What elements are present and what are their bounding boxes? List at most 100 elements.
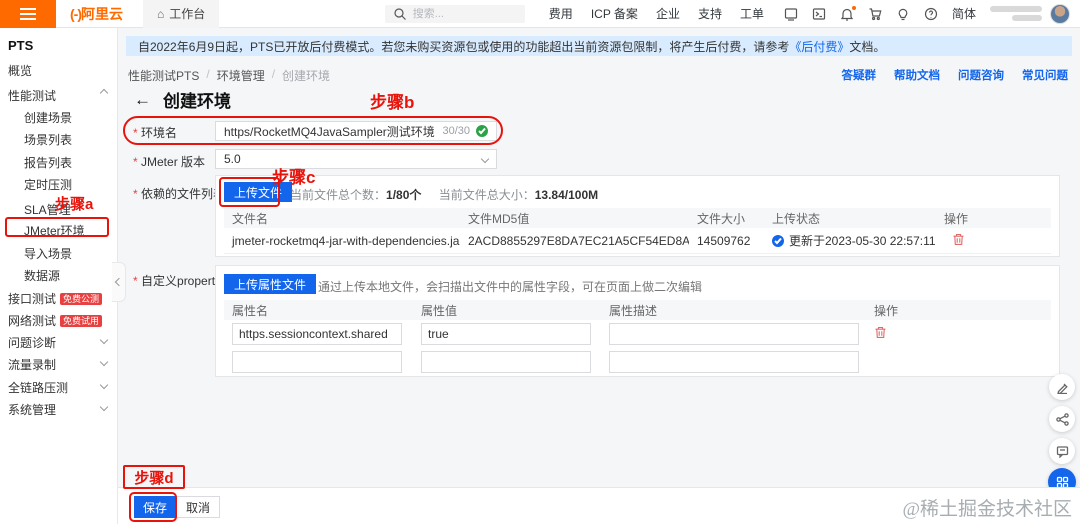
props-row xyxy=(224,348,1051,376)
pencil-icon xyxy=(1056,383,1068,394)
avatar[interactable] xyxy=(1050,3,1070,24)
chevron-down-icon xyxy=(480,154,490,164)
sidebar-group-diagnosis[interactable]: 问题诊断 xyxy=(8,334,117,351)
page-title: 创建环境 xyxy=(163,92,231,111)
logo-mark: (-) xyxy=(70,5,82,22)
props-table-header: 属性名 属性值 属性描述 操作 xyxy=(224,300,1051,320)
breadcrumb-separator: / xyxy=(206,67,210,81)
main-content: 自2022年6月9日起，PTS已开放后付费模式。若您未购买资源包或使用的功能超出… xyxy=(112,28,1080,524)
cart-icon[interactable] xyxy=(868,7,882,21)
prop-desc-input[interactable] xyxy=(609,351,859,373)
back-arrow-icon[interactable]: ← xyxy=(134,91,151,108)
sidebar-item-report-list[interactable]: 报告列表 xyxy=(24,154,72,171)
menu-icp[interactable]: ICP 备案 xyxy=(591,5,638,22)
delete-prop-icon[interactable] xyxy=(874,326,887,339)
topbar-menu: 费用 ICP 备案 企业 支持 工单 xyxy=(549,5,764,22)
file-table: 文件名 文件MD5值 文件大小 上传状态 操作 jmeter-rocketmq4… xyxy=(224,208,1051,254)
link-consult[interactable]: 问题咨询 xyxy=(958,67,1004,83)
menu-expenses[interactable]: 费用 xyxy=(549,5,573,22)
breadcrumb-current: 创建环境 xyxy=(282,69,331,83)
delete-file-icon[interactable] xyxy=(952,233,965,246)
sidebar-item-scheduled-test[interactable]: 定时压测 xyxy=(24,176,72,193)
bell-icon[interactable] xyxy=(840,5,856,21)
feedback-fab[interactable] xyxy=(1049,438,1075,464)
notice-text-after: 文档。 xyxy=(849,39,886,54)
valid-check-icon xyxy=(476,125,488,137)
files-section-label: 依赖的文件列表 xyxy=(133,185,225,202)
cancel-button[interactable]: 取消 xyxy=(176,496,221,518)
sidebar-item-jmeter-env[interactable]: JMeter环境 xyxy=(24,222,85,239)
hamburger-menu-icon[interactable] xyxy=(0,0,56,28)
console-icon[interactable] xyxy=(784,7,798,21)
sidebar-item-scene-list[interactable]: 场景列表 xyxy=(24,131,72,148)
share-icon xyxy=(1055,412,1069,426)
col-file-action: 操作 xyxy=(944,211,969,226)
file-summary: 当前文件总个数：1/80个 当前文件总大小：13.84/100M xyxy=(290,186,612,203)
share-fab[interactable] xyxy=(1049,406,1075,432)
sidebar-item-create-scene[interactable]: 创建场景 xyxy=(24,109,72,126)
sidebar-group-fullchain-test[interactable]: 全链路压测 xyxy=(8,379,117,396)
menu-enterprise[interactable]: 企业 xyxy=(656,5,680,22)
sidebar-item-label: 网络测试 xyxy=(8,314,57,328)
file-size-cell: 14509762 xyxy=(697,233,751,248)
chevron-down-icon xyxy=(99,335,109,345)
jmeter-version-select[interactable]: 5.0 xyxy=(215,149,497,169)
save-button[interactable]: 保存 xyxy=(134,496,177,518)
menu-support[interactable]: 支持 xyxy=(698,5,722,22)
workspace-tab-label: 工作台 xyxy=(169,7,206,21)
prop-name-input[interactable] xyxy=(232,351,402,373)
free-beta-badge: 免费公测 xyxy=(60,293,103,305)
file-md5-cell: 2ACD8855297E8DA7EC21A5CF54ED8A28 xyxy=(468,233,689,248)
prop-value-input[interactable] xyxy=(421,351,591,373)
sidebar-group-label: 全链路压测 xyxy=(8,381,69,395)
link-help-docs[interactable]: 帮助文档 xyxy=(894,67,940,83)
prop-value-input[interactable] xyxy=(421,323,591,345)
sidebar-item-network-test[interactable]: 网络测试 免费试用 xyxy=(8,312,103,329)
col-file-status: 上传状态 xyxy=(772,211,821,226)
sidebar-group-label: 问题诊断 xyxy=(8,336,57,350)
sidebar-item-api-test[interactable]: 接口测试 免费公测 xyxy=(8,290,103,307)
billing-notice-bar: 自2022年6月9日起，PTS已开放后付费模式。若您未购买资源包或使用的功能超出… xyxy=(126,36,1072,56)
prop-desc-input[interactable] xyxy=(609,323,859,345)
edit-fab[interactable] xyxy=(1049,374,1075,400)
link-qa-group[interactable]: 答疑群 xyxy=(842,67,877,83)
prop-name-input[interactable] xyxy=(232,323,402,345)
postpaid-doc-link[interactable]: 《后付费》 xyxy=(789,38,849,55)
file-size-value: 13.84/100M xyxy=(534,188,599,202)
account-name[interactable] xyxy=(990,6,1042,21)
brand-logo[interactable]: (-)阿里云 xyxy=(70,4,123,24)
file-count-value: 1/80个 xyxy=(386,188,422,202)
breadcrumb-pts[interactable]: 性能测试PTS xyxy=(128,67,199,84)
sidebar-item-import-scene[interactable]: 导入场景 xyxy=(24,245,72,262)
menu-tickets[interactable]: 工单 xyxy=(740,5,764,22)
annotation-step-d: 步骤d xyxy=(134,469,174,487)
col-file-md5: 文件MD5值 xyxy=(468,211,530,226)
link-faq[interactable]: 常见问题 xyxy=(1022,67,1068,83)
env-name-input[interactable]: https/RocketMQ4JavaSampler测试环境 30/30 xyxy=(215,121,497,141)
chevron-down-icon xyxy=(99,357,109,367)
chevron-down-icon xyxy=(99,402,109,412)
sidebar-item-label: 接口测试 xyxy=(8,292,57,306)
sidebar-group-performance[interactable]: 性能测试 xyxy=(8,87,117,104)
logo-text: 阿里云 xyxy=(81,5,123,22)
terminal-icon[interactable] xyxy=(812,7,826,21)
lightbulb-icon[interactable] xyxy=(896,7,910,21)
global-search[interactable] xyxy=(384,4,525,23)
language-switch[interactable]: 简体 xyxy=(952,5,976,22)
upload-props-button[interactable]: 上传属性文件 xyxy=(224,274,317,294)
file-table-header: 文件名 文件MD5值 文件大小 上传状态 操作 xyxy=(224,208,1051,228)
sidebar-item-overview[interactable]: 概览 xyxy=(8,62,32,79)
feedback-icon xyxy=(1056,445,1068,458)
col-file-name: 文件名 xyxy=(232,211,269,226)
sidebar-group-system-admin[interactable]: 系统管理 xyxy=(8,401,117,418)
sidebar-group-traffic-record[interactable]: 流量录制 xyxy=(8,356,117,373)
search-input[interactable] xyxy=(412,7,513,20)
sidebar-item-data-source[interactable]: 数据源 xyxy=(24,267,60,284)
panel-collapse-handle[interactable] xyxy=(112,262,126,302)
upload-file-button[interactable]: 上传文件 xyxy=(224,182,293,202)
help-icon[interactable] xyxy=(924,7,938,21)
workspace-tab[interactable]: ⌂ 工作台 xyxy=(143,0,220,28)
breadcrumb-env-mgmt[interactable]: 环境管理 xyxy=(217,67,265,84)
sidebar-item-sla[interactable]: SLA管理 xyxy=(24,201,71,218)
file-status-cell: 更新于2023-05-30 22:57:11 xyxy=(764,232,936,249)
